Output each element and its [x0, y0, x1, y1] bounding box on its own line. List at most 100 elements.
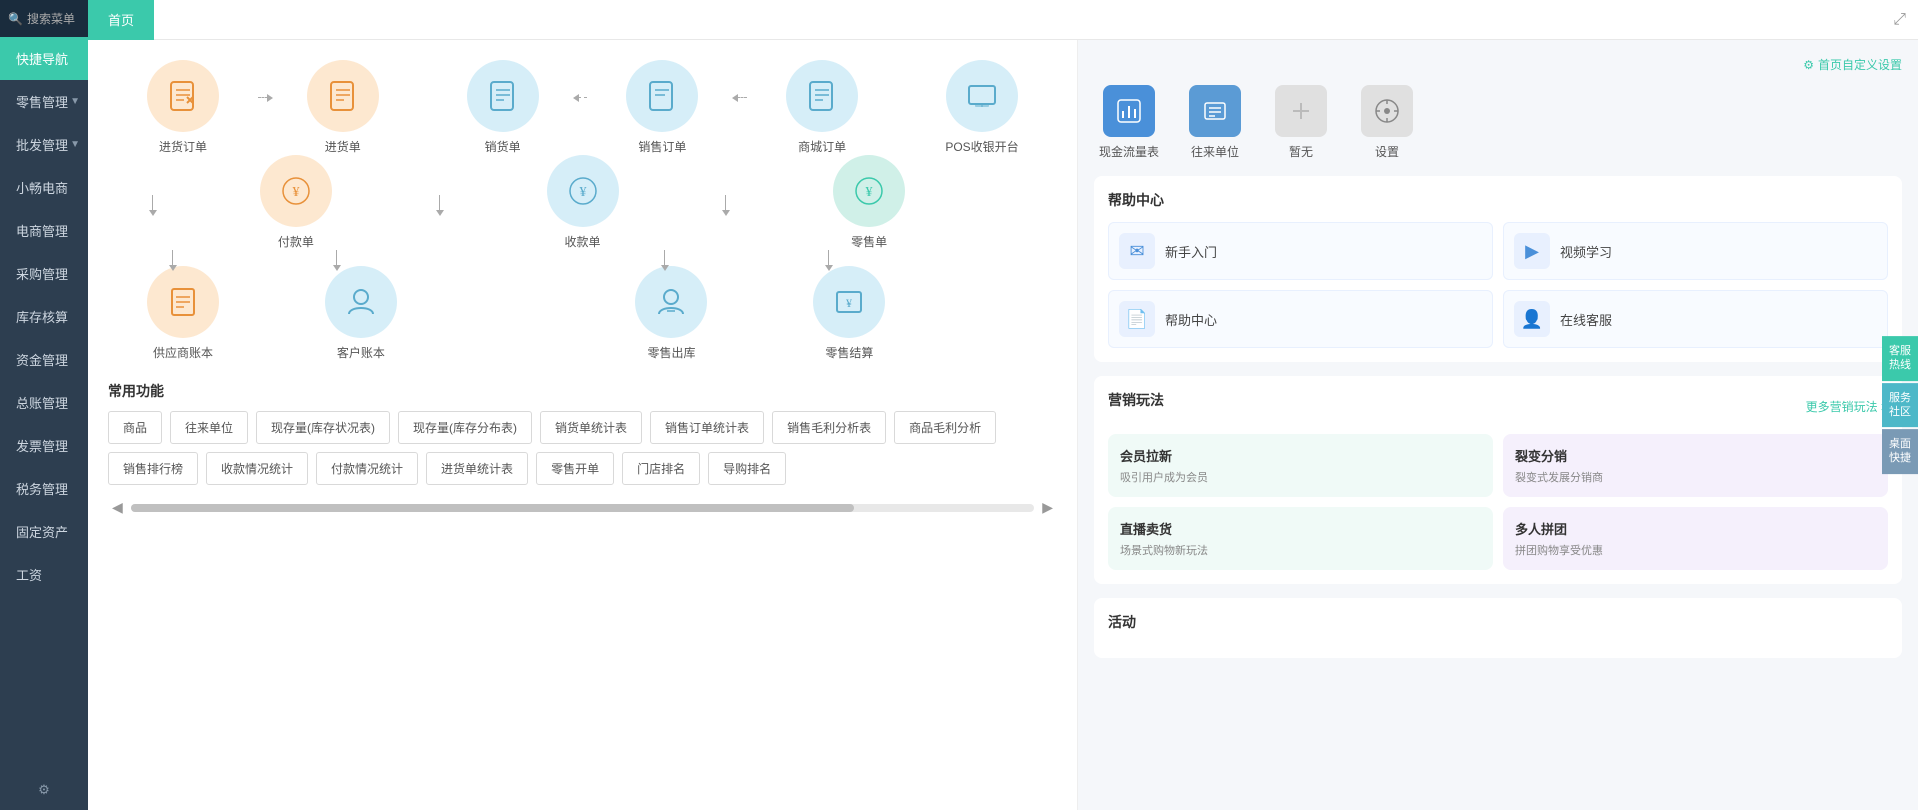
marketing-item-title-3: 多人拼团 [1515, 519, 1876, 538]
shoukuan-dan-label: 收款单 [565, 233, 601, 250]
scroll-right-btn[interactable]: ▶ [1038, 497, 1057, 518]
svg-text:¥: ¥ [579, 185, 586, 200]
arrow-4-5 [737, 97, 747, 98]
func-btn-现存量(库存状况表)[interactable]: 现存量(库存状况表) [256, 411, 390, 444]
quick-icon-label-0: 现金流量表 [1099, 143, 1159, 160]
func-btn-商品毛利分析[interactable]: 商品毛利分析 [894, 411, 996, 444]
marketing-item-1[interactable]: 裂变分销裂变式发展分销商 [1503, 434, 1888, 497]
help-center-section: 帮助中心 ✉新手入门▶视频学习📄帮助中心 👤 在线客服 [1094, 176, 1902, 362]
marketing-title: 营销玩法 [1108, 390, 1164, 410]
scroll-left-btn[interactable]: ◀ [108, 497, 127, 518]
quick-icon-label-1: 往来单位 [1191, 143, 1239, 160]
flow-node-lingshou-dan[interactable]: ¥ 零售单 [794, 155, 944, 250]
func-btn-收款情况统计[interactable]: 收款情况统计 [206, 452, 308, 485]
search-menu[interactable]: 🔍 搜索菜单 [0, 0, 88, 37]
func-btn-现存量(库存分布表)[interactable]: 现存量(库存分布表) [398, 411, 532, 444]
flow-node-jinhuo-dingdan[interactable]: 进货订单 [108, 60, 258, 155]
float-btn-0[interactable]: 客服热线 [1882, 336, 1918, 381]
marketing-item-desc-2: 场景式购物新玩法 [1120, 542, 1481, 558]
right-panel: ⚙ 首页自定义设置 现金流量表 往来单位 暂无 设置 帮助中心 ✉新手入门▶视频学习📄… [1078, 40, 1918, 810]
left-panel: 进货订单 进货单 [88, 40, 1078, 810]
sidebar-item-小畅电商[interactable]: 小畅电商 [0, 166, 88, 209]
jinhuo-dingdan-icon [147, 60, 219, 132]
sidebar-item-发票管理[interactable]: 发票管理 [0, 424, 88, 467]
chevron-down-icon: ▼ [70, 139, 80, 150]
flow-node-shoukuan-dan[interactable]: ¥ 收款单 [508, 155, 658, 250]
lingshou-dan-label: 零售单 [851, 233, 887, 250]
sidebar-item-库存核算[interactable]: 库存核算 [0, 295, 88, 338]
customize-label[interactable]: 首页自定义设置 [1818, 56, 1902, 73]
func-btn-销售排行榜[interactable]: 销售排行榜 [108, 452, 198, 485]
func-btn-进货单统计表[interactable]: 进货单统计表 [426, 452, 528, 485]
sidebar-item-工资[interactable]: 工资 [0, 553, 88, 596]
quick-icon-2[interactable]: 暂无 [1266, 85, 1336, 160]
marketing-item-3[interactable]: 多人拼团拼团购物享受优惠 [1503, 507, 1888, 570]
func-btn-零售开单[interactable]: 零售开单 [536, 452, 614, 485]
flow-node-xiaohuo-dan[interactable]: 销货单 [428, 60, 578, 155]
func-btn-导购排名[interactable]: 导购排名 [708, 452, 786, 485]
func-btn-商品[interactable]: 商品 [108, 411, 162, 444]
func-btn-销货单统计表[interactable]: 销货单统计表 [540, 411, 642, 444]
help-item-3[interactable]: 👤 在线客服 [1503, 290, 1888, 348]
kehu-label: 客户账本 [337, 344, 385, 361]
topbar: 首页 ⤢ [88, 0, 1918, 40]
marketing-item-0[interactable]: 会员拉新吸引用户成为会员 [1108, 434, 1493, 497]
flow-node-gongyingshang-zhangben[interactable]: 供应商账本 [108, 266, 258, 361]
help-icon-3: 👤 [1514, 301, 1550, 337]
help-item-0[interactable]: ✉新手入门 [1108, 222, 1493, 280]
lingshou-jiesuan-icon: ¥ [813, 266, 885, 338]
fullscreen-button[interactable]: ⤢ [1893, 11, 1906, 28]
flow-node-jinhuo-dan[interactable]: 进货单 [268, 60, 418, 155]
flow-node-xiaoshou-dingdan[interactable]: 销售订单 [587, 60, 737, 155]
float-btn-1[interactable]: 服务社区 [1882, 383, 1918, 428]
tab-home[interactable]: 首页 [88, 0, 154, 40]
scroll-track[interactable] [131, 504, 1034, 512]
quick-icon-label-2: 暂无 [1289, 143, 1313, 160]
func-btn-付款情况统计[interactable]: 付款情况统计 [316, 452, 418, 485]
flow-node-kehu-zhangben[interactable]: 客户账本 [286, 266, 436, 361]
quick-icon-3[interactable]: 设置 [1352, 85, 1422, 160]
gongyingshang-label: 供应商账本 [153, 344, 213, 361]
quick-icon-0[interactable]: 现金流量表 [1094, 85, 1164, 160]
sidebar-settings[interactable]: ⚙ [0, 770, 88, 810]
func-btn-往来单位[interactable]: 往来单位 [170, 411, 248, 444]
sidebar-item-快捷导航[interactable]: 快捷导航 [0, 37, 88, 80]
marketing-item-title-0: 会员拉新 [1120, 446, 1481, 465]
fukuan-dan-label: 付款单 [278, 233, 314, 250]
float-btn-2[interactable]: 桌面快捷 [1882, 429, 1918, 474]
quick-icon-label-3: 设置 [1375, 143, 1399, 160]
sidebar-item-固定资产[interactable]: 固定资产 [0, 510, 88, 553]
sidebar-item-批发管理[interactable]: 批发管理▼ [0, 123, 88, 166]
gear-icon: ⚙ [1803, 58, 1814, 72]
flow-node-shangcheng-dingdan[interactable]: 商城订单 [747, 60, 897, 155]
right-top: ⚙ 首页自定义设置 [1094, 56, 1902, 73]
main-content: 进货订单 进货单 [88, 40, 1918, 810]
sidebar-item-电商管理[interactable]: 电商管理 [0, 209, 88, 252]
help-item-label-3: 在线客服 [1560, 310, 1612, 329]
flow-node-lingshou-chuku[interactable]: 零售出库 [596, 266, 746, 361]
flow-node-pos[interactable]: POS收银开台 [907, 60, 1057, 155]
sidebar-item-采购管理[interactable]: 采购管理 [0, 252, 88, 295]
sidebar-item-资金管理[interactable]: 资金管理 [0, 338, 88, 381]
marketing-item-2[interactable]: 直播卖货场景式购物新玩法 [1108, 507, 1493, 570]
sidebar-nav: 快捷导航零售管理▼批发管理▼小畅电商电商管理采购管理库存核算资金管理总账管理发票… [0, 37, 88, 596]
help-item-label-2: 帮助中心 [1165, 310, 1217, 329]
help-item-1[interactable]: ▶视频学习 [1503, 222, 1888, 280]
more-marketing-link[interactable]: 更多营销玩法 > [1806, 398, 1888, 415]
sidebar-item-总账管理[interactable]: 总账管理 [0, 381, 88, 424]
flow-node-fukuan-dan[interactable]: ¥ 付款单 [221, 155, 371, 250]
xiaoshou-dingdan-icon [626, 60, 698, 132]
sidebar-item-label: 税务管理 [16, 479, 68, 498]
func-btn-门店排名[interactable]: 门店排名 [622, 452, 700, 485]
sidebar-item-label: 零售管理 [16, 92, 68, 111]
func-btn-销售订单统计表[interactable]: 销售订单统计表 [650, 411, 764, 444]
flow-node-lingshou-jiesuan[interactable]: ¥ 零售结算 [774, 266, 924, 361]
func-btn-销售毛利分析表[interactable]: 销售毛利分析表 [772, 411, 886, 444]
quick-icon-1[interactable]: 往来单位 [1180, 85, 1250, 160]
sidebar-item-税务管理[interactable]: 税务管理 [0, 467, 88, 510]
flow-row-2: ¥ 付款单 ¥ 收款单 [108, 155, 1057, 250]
help-item-2[interactable]: 📄帮助中心 [1108, 290, 1493, 348]
sidebar-item-零售管理[interactable]: 零售管理▼ [0, 80, 88, 123]
help-grid: ✉新手入门▶视频学习📄帮助中心 👤 在线客服 [1108, 222, 1888, 348]
sidebar-item-label: 快捷导航 [16, 49, 68, 68]
